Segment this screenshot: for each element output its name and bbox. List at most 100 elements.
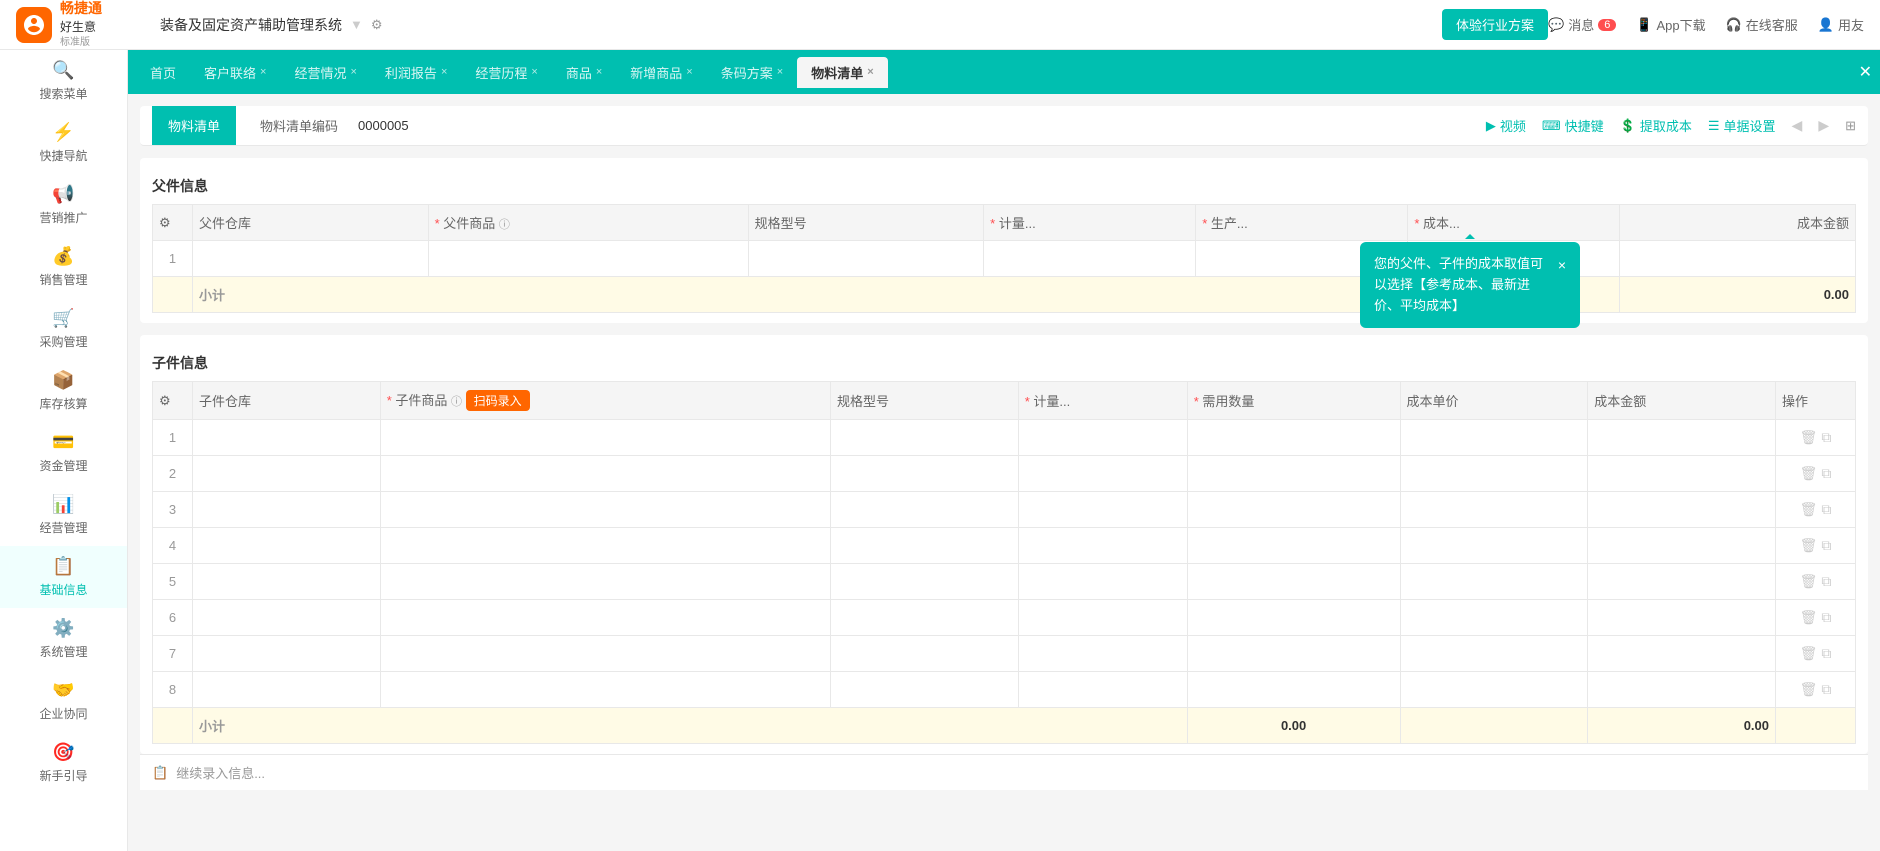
child-action-col: 操作 [1776,382,1856,420]
parent-product-1[interactable] [428,241,748,277]
tab-barcode[interactable]: 条码方案 × [707,57,797,88]
parent-uom-col: * 计量... [984,205,1196,241]
child-uom-1[interactable] [1018,420,1187,456]
basic-info-icon: 📋 [52,556,74,577]
child-product-1[interactable] [380,420,830,456]
cost-tooltip: × 您的父件、子件的成本取值可以选择【参考成本、最新进价、平均成本】 [1360,242,1580,328]
child-amount-col: 成本金额 [1588,382,1776,420]
child-spec-1[interactable] [831,420,1019,456]
child-warehouse-1[interactable] [193,420,381,456]
delete-row-2[interactable]: 🗑 [1800,465,1818,482]
delete-row-7[interactable]: 🗑 [1800,645,1818,662]
guide-icon: 🎯 [52,742,74,763]
parent-uom-1[interactable] [984,241,1196,277]
messages-btn[interactable]: 💬 消息 6 [1548,15,1616,34]
child-settings-col[interactable]: ⚙ [153,382,193,420]
tab-home[interactable]: 首页 [136,57,190,88]
sidebar-item-finance[interactable]: 💳 资金管理 [0,422,127,484]
parent-amount-col: 成本金额 [1620,205,1856,241]
child-table: ⚙ 子件仓库 * 子件商品 ⓘ 扫码录入 规格型号 * 计量... [152,381,1856,744]
online-service-btn[interactable]: 🎧 在线客服 [1726,15,1798,34]
parent-produce-col: * 生产... [1196,205,1408,241]
tab-customer[interactable]: 客户联络 × [190,57,280,88]
single-settings-btn[interactable]: ☰ 单据设置 [1708,116,1776,135]
child-amount-1[interactable] [1588,420,1776,456]
sidebar-item-system[interactable]: ⚙️ 系统管理 [0,608,127,670]
child-row-8: 8 🗑⧉ [153,672,1856,708]
operations-icon: 📊 [52,494,74,515]
child-section-title: 子件信息 [152,353,1856,373]
tab-profit[interactable]: 利润报告 × [371,57,461,88]
delete-row-1[interactable]: 🗑 [1800,429,1818,446]
delete-row-8[interactable]: 🗑 [1800,681,1818,698]
parent-spec-1[interactable] [748,241,984,277]
copy-row-1[interactable]: ⧉ [1821,429,1831,446]
copy-row-7[interactable]: ⧉ [1821,645,1831,662]
child-row-5: 5 🗑⧉ [153,564,1856,600]
child-section: 子件信息 ⚙ 子件仓库 * 子件商品 ⓘ 扫码录入 [140,335,1868,754]
user-menu[interactable]: 👤 用友 [1818,15,1864,34]
delete-row-4[interactable]: 🗑 [1800,537,1818,554]
parent-cost-col: * 成本... [1408,205,1620,241]
child-row-1: 1 🗑⧉ [153,420,1856,456]
page-header: 物料清单 物料清单编码 0000005 ▶ 视频 ⌨ 快捷键 💲 [140,106,1868,146]
tab-new-product[interactable]: 新增商品 × [616,57,706,88]
experience-btn[interactable]: 体验行业方案 [1442,9,1548,40]
parent-settings-col[interactable]: ⚙ [153,205,193,241]
marketing-icon: 📢 [52,184,74,205]
tab-history[interactable]: 经营历程 × [461,57,551,88]
delete-row-6[interactable]: 🗑 [1800,609,1818,626]
delete-row-5[interactable]: 🗑 [1800,573,1818,590]
sidebar-item-basic-info[interactable]: 📋 基础信息 [0,546,127,608]
tooltip-close-btn[interactable]: × [1558,254,1566,276]
sidebar-item-purchase[interactable]: 🛒 采购管理 [0,298,127,360]
quicknav-icon: ⚡ [52,122,74,143]
sidebar-item-sales[interactable]: 💰 销售管理 [0,236,127,298]
parent-subtotal-label: 小计 [193,277,1408,313]
sidebar-item-search[interactable]: 🔍 搜索菜单 [0,50,127,112]
scan-input-btn[interactable]: 扫码录入 [466,390,530,411]
logo-text: 畅捷通 好生意 标准版 [60,0,102,50]
close-all-tabs[interactable]: ✕ [1859,62,1872,82]
copy-row-5[interactable]: ⧉ [1821,573,1831,590]
search-icon: 🔍 [52,60,74,81]
parent-subtotal: 小计 0.00 0.00 [153,277,1856,313]
copy-row-3[interactable]: ⧉ [1821,501,1831,518]
child-unit-cost-1[interactable] [1400,420,1588,456]
parent-spec-col: 规格型号 [748,205,984,241]
next-arrow[interactable]: ▶ [1818,117,1829,134]
view-btn[interactable]: ▶ 视频 [1486,116,1526,135]
child-qty-1[interactable] [1187,420,1400,456]
bom-code-tab[interactable]: 物料清单编码 [244,106,354,145]
parent-product-col: * 父件商品 ⓘ [428,205,748,241]
parent-row-1: 1 [153,241,1856,277]
sidebar-item-quicknav[interactable]: ⚡ 快捷导航 [0,112,127,174]
prev-arrow[interactable]: ◀ [1792,117,1803,134]
parent-amount-1[interactable] [1620,241,1856,277]
tab-operations[interactable]: 经营情况 × [280,57,370,88]
child-product-col: * 子件商品 ⓘ 扫码录入 [380,382,830,420]
expand-icon[interactable]: ⊞ [1845,118,1856,134]
copy-row-4[interactable]: ⧉ [1821,537,1831,554]
page-toolbar: ▶ 视频 ⌨ 快捷键 💲 提取成本 ☰ 单据设 [1486,116,1856,135]
delete-row-3[interactable]: 🗑 [1800,501,1818,518]
sidebar-item-guide[interactable]: 🎯 新手引导 [0,732,127,794]
sidebar-item-operations[interactable]: 📊 经营管理 [0,484,127,546]
app-download-btn[interactable]: 📱 App下载 [1636,15,1705,34]
bom-list-tab[interactable]: 物料清单 [152,106,236,145]
extract-cost-btn[interactable]: 💲 提取成本 [1620,116,1692,135]
tab-bom[interactable]: 物料清单 × [797,57,887,88]
tab-products[interactable]: 商品 × [552,57,616,88]
shortcut-btn[interactable]: ⌨ 快捷键 [1542,116,1604,135]
sidebar-item-marketing[interactable]: 📢 营销推广 [0,174,127,236]
child-spec-col: 规格型号 [831,382,1019,420]
child-uom-col: * 计量... [1018,382,1187,420]
sidebar-item-enterprise[interactable]: 🤝 企业协同 [0,670,127,732]
parent-warehouse-1[interactable] [193,241,429,277]
child-row-2: 2 🗑⧉ [153,456,1856,492]
sidebar-item-inventory[interactable]: 📦 库存核算 [0,360,127,422]
copy-row-2[interactable]: ⧉ [1821,465,1831,482]
copy-row-8[interactable]: ⧉ [1821,681,1831,698]
copy-row-6[interactable]: ⧉ [1821,609,1831,626]
enterprise-icon: 🤝 [52,680,74,701]
